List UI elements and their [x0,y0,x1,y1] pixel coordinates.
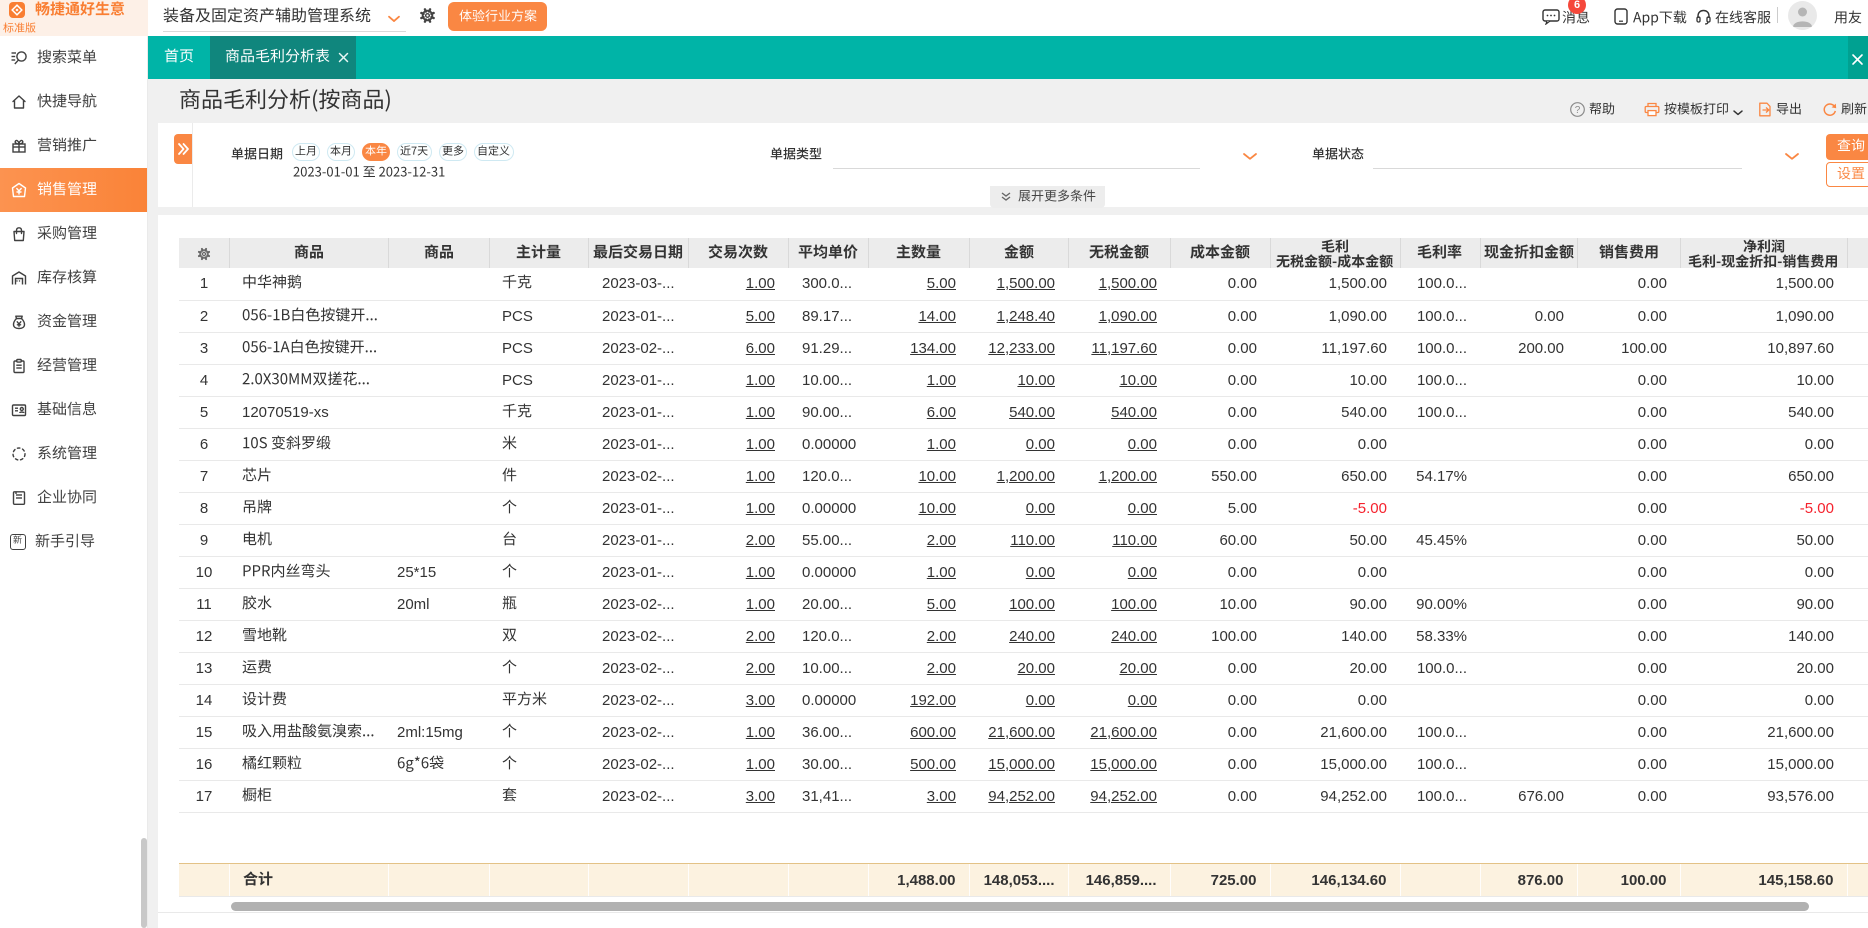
svg-text:?: ? [1575,105,1581,116]
